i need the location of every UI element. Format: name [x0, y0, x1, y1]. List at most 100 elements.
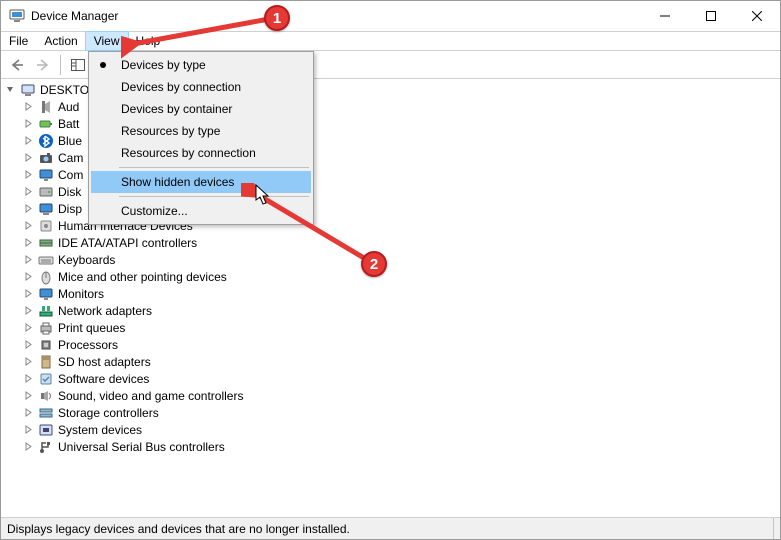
- tree-item-label: Disp: [58, 202, 82, 216]
- menu-item-label: Resources by connection: [121, 146, 256, 160]
- tree-item-label: Print queues: [58, 321, 125, 335]
- speaker-icon: [38, 99, 54, 115]
- expand-icon[interactable]: [23, 118, 34, 129]
- menu-separator: [119, 196, 309, 197]
- network-icon: [38, 303, 54, 319]
- tree-item[interactable]: Processors: [23, 336, 776, 353]
- view-resources-by-type[interactable]: Resources by type: [91, 120, 311, 142]
- view-menu-dropdown: Devices by type Devices by connection De…: [88, 51, 314, 225]
- tree-item-label: Keyboards: [58, 253, 115, 267]
- tree-item[interactable]: IDE ATA/ATAPI controllers: [23, 234, 776, 251]
- tree-item[interactable]: Keyboards: [23, 251, 776, 268]
- expand-icon[interactable]: [23, 407, 34, 418]
- expand-icon[interactable]: [23, 288, 34, 299]
- tree-item[interactable]: Universal Serial Bus controllers: [23, 438, 776, 455]
- tree-item-label: IDE ATA/ATAPI controllers: [58, 236, 197, 250]
- close-button[interactable]: [734, 1, 780, 31]
- view-devices-by-container[interactable]: Devices by container: [91, 98, 311, 120]
- view-customize[interactable]: Customize...: [91, 200, 311, 222]
- expand-icon[interactable]: [23, 441, 34, 452]
- tree-item[interactable]: Sound, video and game controllers: [23, 387, 776, 404]
- expand-icon[interactable]: [23, 101, 34, 112]
- expand-icon[interactable]: [23, 424, 34, 435]
- view-devices-by-connection[interactable]: Devices by connection: [91, 76, 311, 98]
- tree-item-label: Processors: [58, 338, 118, 352]
- tree-item[interactable]: Monitors: [23, 285, 776, 302]
- menu-view[interactable]: View: [86, 32, 128, 50]
- view-resources-by-connection[interactable]: Resources by connection: [91, 142, 311, 164]
- tree-item[interactable]: Print queues: [23, 319, 776, 336]
- expand-icon[interactable]: [23, 203, 34, 214]
- disk-icon: [38, 184, 54, 200]
- tree-item-label: Sound, video and game controllers: [58, 389, 243, 403]
- tree-item[interactable]: SD host adapters: [23, 353, 776, 370]
- printer-icon: [38, 320, 54, 336]
- menu-help-label: Help: [136, 34, 161, 48]
- menu-item-label: Resources by type: [121, 124, 220, 138]
- radio-selected-icon: [100, 62, 106, 68]
- tree-item-label: Network adapters: [58, 304, 152, 318]
- view-show-hidden-devices[interactable]: Show hidden devices: [91, 171, 311, 193]
- annotation-badge-2: 2: [361, 251, 387, 277]
- tree-item[interactable]: Network adapters: [23, 302, 776, 319]
- hid-icon: [38, 218, 54, 234]
- bluetooth-icon: [38, 133, 54, 149]
- system-icon: [38, 422, 54, 438]
- expand-icon[interactable]: [23, 237, 34, 248]
- window-title: Device Manager: [31, 9, 118, 23]
- app-icon: [9, 7, 25, 26]
- battery-icon: [38, 116, 54, 132]
- tree-item[interactable]: System devices: [23, 421, 776, 438]
- toolbar-show-hide-tree-button[interactable]: [66, 54, 90, 76]
- tree-item-label: Cam: [58, 151, 83, 165]
- menu-item-label: Customize...: [121, 204, 188, 218]
- expand-icon[interactable]: [23, 186, 34, 197]
- expand-icon[interactable]: [23, 390, 34, 401]
- menu-bar: File Action View Help: [1, 31, 780, 51]
- expand-icon[interactable]: [23, 135, 34, 146]
- sound-icon: [38, 388, 54, 404]
- view-devices-by-type[interactable]: Devices by type: [91, 54, 311, 76]
- expand-icon[interactable]: [23, 271, 34, 282]
- menu-action-label: Action: [44, 34, 77, 48]
- monitor-icon: [38, 286, 54, 302]
- minimize-button[interactable]: [642, 1, 688, 31]
- computer-icon: [20, 82, 36, 98]
- monitor-icon: [38, 167, 54, 183]
- expand-icon[interactable]: [23, 254, 34, 265]
- menu-item-label: Devices by container: [121, 102, 232, 116]
- menu-file-label: File: [9, 34, 28, 48]
- expand-icon[interactable]: [23, 169, 34, 180]
- tree-item-label: Software devices: [58, 372, 149, 386]
- expand-icon[interactable]: [23, 220, 34, 231]
- tree-item-label: Storage controllers: [58, 406, 159, 420]
- tree-item[interactable]: Mice and other pointing devices: [23, 268, 776, 285]
- toolbar-back-button[interactable]: [5, 54, 29, 76]
- expand-icon[interactable]: [23, 339, 34, 350]
- maximize-button[interactable]: [688, 1, 734, 31]
- tree-item[interactable]: Storage controllers: [23, 404, 776, 421]
- software-icon: [38, 371, 54, 387]
- expand-icon[interactable]: [23, 305, 34, 316]
- storage-icon: [38, 405, 54, 421]
- menu-file[interactable]: File: [1, 32, 36, 50]
- tree-item[interactable]: Software devices: [23, 370, 776, 387]
- tree-item-label: System devices: [58, 423, 142, 437]
- toolbar-separator: [60, 55, 61, 75]
- expand-icon[interactable]: [23, 152, 34, 163]
- menu-action[interactable]: Action: [36, 32, 85, 50]
- sd-icon: [38, 354, 54, 370]
- tree-item-label: Blue: [58, 134, 82, 148]
- status-text: Displays legacy devices and devices that…: [7, 522, 350, 536]
- cpu-icon: [38, 337, 54, 353]
- mouse-icon: [38, 269, 54, 285]
- toolbar-forward-button[interactable]: [31, 54, 55, 76]
- expand-icon[interactable]: [23, 356, 34, 367]
- collapse-icon[interactable]: [5, 84, 16, 95]
- expand-icon[interactable]: [23, 322, 34, 333]
- menu-help[interactable]: Help: [128, 32, 169, 50]
- menu-item-label: Show hidden devices: [121, 175, 234, 189]
- expand-icon[interactable]: [23, 373, 34, 384]
- tree-item-label: Universal Serial Bus controllers: [58, 440, 225, 454]
- usb-icon: [38, 439, 54, 455]
